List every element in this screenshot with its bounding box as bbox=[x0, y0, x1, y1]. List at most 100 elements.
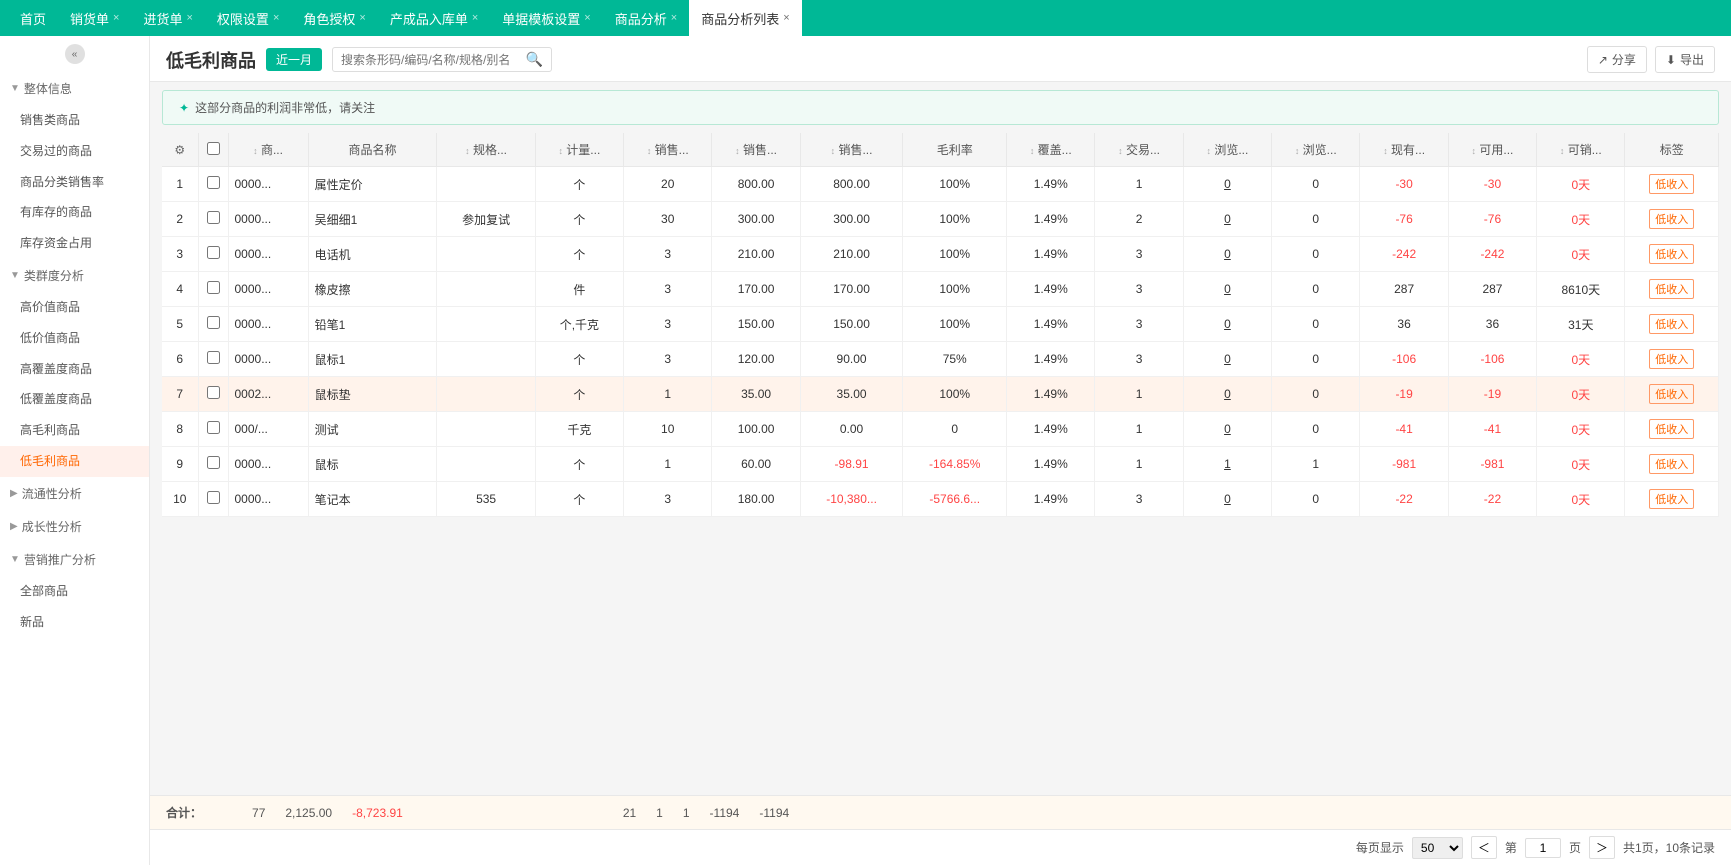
sidebar-item-low-margin[interactable]: 低毛利商品 bbox=[0, 446, 149, 477]
nav-purchase[interactable]: 进货单 × bbox=[131, 0, 204, 36]
sidebar-group-cluster[interactable]: ▼ 类群度分析 bbox=[0, 259, 149, 292]
sidebar-group-growth[interactable]: ▶ 成长性分析 bbox=[0, 510, 149, 543]
select-all-checkbox[interactable] bbox=[207, 142, 220, 155]
row-stock1: -19 bbox=[1360, 377, 1448, 412]
sidebar-item-new-products[interactable]: 新品 bbox=[0, 607, 149, 638]
sidebar-item-inventory[interactable]: 有库存的商品 bbox=[0, 197, 149, 228]
row-checkbox[interactable] bbox=[207, 386, 220, 399]
row-checkbox[interactable] bbox=[207, 211, 220, 224]
row-checkbox-cell[interactable] bbox=[198, 307, 228, 342]
row-sales3: 800.00 bbox=[800, 167, 903, 202]
row-checkbox-cell[interactable] bbox=[198, 202, 228, 237]
row-tx: 3 bbox=[1095, 272, 1183, 307]
date-filter-button[interactable]: 近一月 bbox=[266, 48, 322, 71]
row-checkbox[interactable] bbox=[207, 351, 220, 364]
row-stock2: 287 bbox=[1448, 272, 1536, 307]
sidebar-item-high-coverage[interactable]: 高覆盖度商品 bbox=[0, 354, 149, 385]
th-spec: ↕ 规格... bbox=[437, 133, 535, 167]
row-checkbox-cell[interactable] bbox=[198, 167, 228, 202]
row-checkbox[interactable] bbox=[207, 316, 220, 329]
prev-page-button[interactable]: ＜ bbox=[1471, 836, 1497, 859]
close-icon[interactable]: × bbox=[584, 12, 590, 24]
row-spec bbox=[437, 307, 535, 342]
row-sales1: 3 bbox=[624, 342, 712, 377]
close-icon[interactable]: × bbox=[273, 12, 279, 24]
row-sales1: 1 bbox=[624, 377, 712, 412]
row-checkbox[interactable] bbox=[207, 491, 220, 504]
row-checkbox[interactable] bbox=[207, 456, 220, 469]
close-icon[interactable]: × bbox=[783, 12, 789, 24]
sidebar-item-low-value[interactable]: 低价值商品 bbox=[0, 323, 149, 354]
nav-sales[interactable]: 销货单 × bbox=[58, 0, 131, 36]
sidebar-group-overall[interactable]: ▼ 整体信息 bbox=[0, 72, 149, 105]
close-icon[interactable]: × bbox=[113, 12, 119, 24]
row-checkbox[interactable] bbox=[207, 281, 220, 294]
next-page-button[interactable]: ＞ bbox=[1589, 836, 1615, 859]
settings-icon[interactable]: ⚙ bbox=[174, 143, 185, 157]
row-coverage: 1.49% bbox=[1007, 447, 1095, 482]
sidebar-collapse-button[interactable]: « bbox=[65, 44, 85, 64]
row-stock3: 0天 bbox=[1537, 377, 1625, 412]
close-icon[interactable]: × bbox=[671, 12, 677, 24]
row-sales2: 800.00 bbox=[712, 167, 800, 202]
sidebar-item-traded-products[interactable]: 交易过的商品 bbox=[0, 136, 149, 167]
sidebar-item-capital[interactable]: 库存资金占用 bbox=[0, 228, 149, 259]
row-name: 测试 bbox=[308, 412, 437, 447]
page-suffix: 页 bbox=[1569, 839, 1581, 856]
nav-permissions[interactable]: 权限设置 × bbox=[205, 0, 291, 36]
row-checkbox-cell[interactable] bbox=[198, 482, 228, 517]
sidebar-item-category-rate[interactable]: 商品分类销售率 bbox=[0, 167, 149, 198]
table-row: 5 0000... 铅笔1 个,千克 3 150.00 150.00 100% … bbox=[162, 307, 1719, 342]
total-values: 77 2,125.00 -8,723.91 21 1 1 -1194 -1194 bbox=[252, 806, 789, 820]
row-checkbox-cell[interactable] bbox=[198, 272, 228, 307]
nav-templates[interactable]: 单据模板设置 × bbox=[490, 0, 602, 36]
row-gross: 100% bbox=[903, 307, 1007, 342]
th-sales3: ↕ 销售... bbox=[800, 133, 903, 167]
row-stock3: 0天 bbox=[1537, 412, 1625, 447]
table-container[interactable]: ⚙ ↕ 商... 商品名称 ↕ 规格... ↕ 计量... ↕ 销售... ↕ … bbox=[150, 133, 1731, 795]
page-input[interactable] bbox=[1525, 838, 1561, 858]
nav-products[interactable]: 产成品入库单 × bbox=[378, 0, 490, 36]
nav-home[interactable]: 首页 bbox=[8, 0, 58, 36]
row-sales3: 35.00 bbox=[800, 377, 903, 412]
row-checkbox[interactable] bbox=[207, 176, 220, 189]
row-name: 鼠标1 bbox=[308, 342, 437, 377]
row-checkbox-cell[interactable] bbox=[198, 447, 228, 482]
sidebar-item-high-margin[interactable]: 高毛利商品 bbox=[0, 415, 149, 446]
row-gross: 100% bbox=[903, 377, 1007, 412]
sidebar-item-sales-products[interactable]: 销售类商品 bbox=[0, 105, 149, 136]
nav-roles[interactable]: 角色授权 × bbox=[291, 0, 377, 36]
close-icon[interactable]: × bbox=[186, 12, 192, 24]
sidebar-item-all-products[interactable]: 全部商品 bbox=[0, 576, 149, 607]
sidebar-item-low-coverage[interactable]: 低覆盖度商品 bbox=[0, 384, 149, 415]
sidebar-group-circulation[interactable]: ▶ 流通性分析 bbox=[0, 477, 149, 510]
export-button[interactable]: ⬇ 导出 bbox=[1655, 46, 1715, 73]
nav-analysis-list[interactable]: 商品分析列表 × bbox=[689, 0, 801, 36]
row-browse2: 0 bbox=[1272, 307, 1360, 342]
nav-analysis[interactable]: 商品分析 × bbox=[603, 0, 689, 36]
search-input[interactable] bbox=[341, 53, 526, 67]
search-icon: 🔍 bbox=[526, 51, 543, 68]
row-checkbox-cell[interactable] bbox=[198, 412, 228, 447]
row-checkbox-cell[interactable] bbox=[198, 237, 228, 272]
th-checkbox[interactable] bbox=[198, 133, 228, 167]
row-index: 4 bbox=[162, 272, 198, 307]
row-checkbox-cell[interactable] bbox=[198, 342, 228, 377]
row-sales3: 170.00 bbox=[800, 272, 903, 307]
tag-label: 低收入 bbox=[1649, 314, 1694, 334]
header-actions: ↗ 分享 ⬇ 导出 bbox=[1587, 46, 1715, 73]
sidebar-group-marketing[interactable]: ▼ 营销推广分析 bbox=[0, 543, 149, 576]
row-checkbox[interactable] bbox=[207, 246, 220, 259]
row-checkbox-cell[interactable] bbox=[198, 377, 228, 412]
close-icon[interactable]: × bbox=[472, 12, 478, 24]
row-sales2: 180.00 bbox=[712, 482, 800, 517]
share-button[interactable]: ↗ 分享 bbox=[1587, 46, 1647, 73]
row-stock1: -22 bbox=[1360, 482, 1448, 517]
row-browse1: 0 bbox=[1183, 237, 1271, 272]
th-settings[interactable]: ⚙ bbox=[162, 133, 198, 167]
sidebar-item-high-value[interactable]: 高价值商品 bbox=[0, 292, 149, 323]
row-checkbox[interactable] bbox=[207, 421, 220, 434]
close-icon[interactable]: × bbox=[359, 12, 365, 24]
per-page-select[interactable]: 50 100 200 bbox=[1412, 837, 1463, 859]
th-sales1: ↕ 销售... bbox=[624, 133, 712, 167]
